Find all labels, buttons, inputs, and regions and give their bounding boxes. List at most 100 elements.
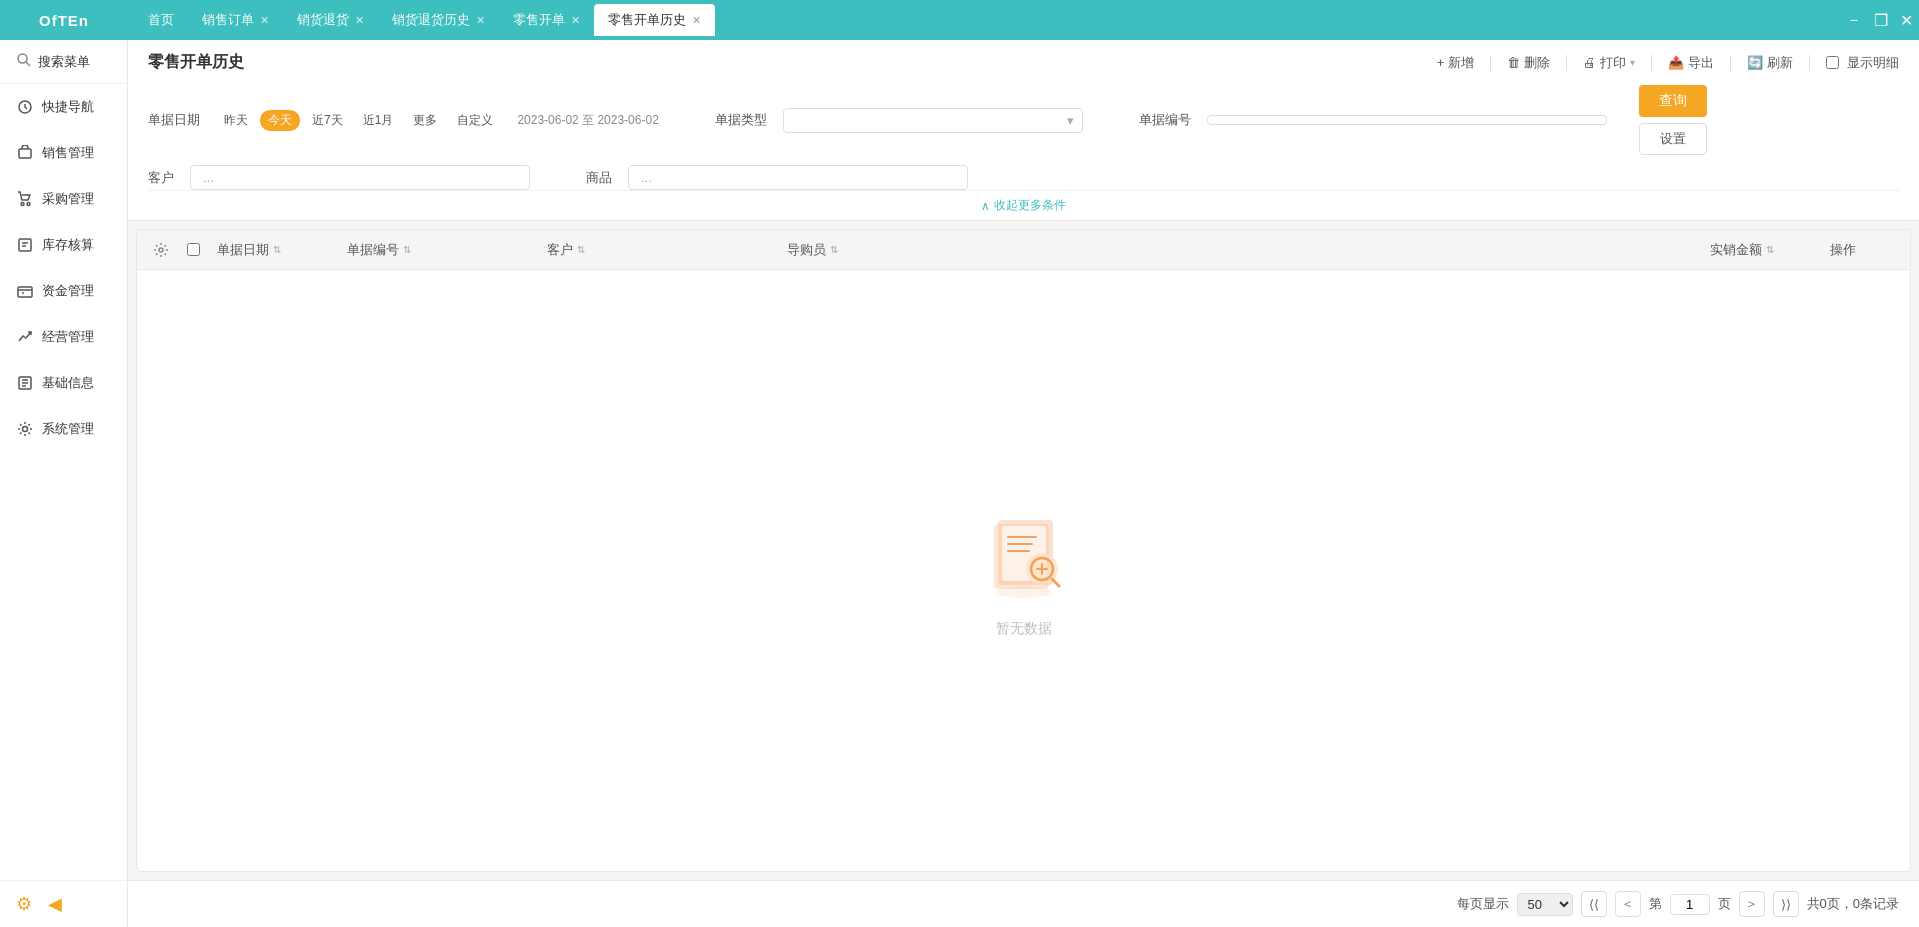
sidebar-item-sales-mgmt[interactable]: 销售管理 bbox=[0, 130, 127, 176]
per-page-select[interactable]: 50 100 200 bbox=[1517, 893, 1573, 916]
th-guide-label: 导购员 bbox=[787, 241, 826, 259]
tab-sales-return-label: 销货退货 bbox=[297, 11, 349, 29]
action-buttons: 查询 设置 bbox=[1639, 85, 1707, 155]
tab-retail-open-history-close[interactable]: ✕ bbox=[692, 14, 701, 27]
page-prev-btn[interactable]: ＜ bbox=[1615, 891, 1641, 917]
pagination-summary: 共0页，0条记录 bbox=[1807, 895, 1899, 913]
sidebar-gear-icon[interactable]: ⚙ bbox=[16, 893, 32, 915]
page-next-btn[interactable]: ＞ bbox=[1739, 891, 1765, 917]
tab-sales-return-history-close[interactable]: ✕ bbox=[476, 14, 485, 27]
th-customer-label: 客户 bbox=[547, 241, 573, 259]
display-cols-checkbox[interactable] bbox=[1826, 56, 1839, 69]
collapse-arrow-icon: ∧ bbox=[981, 199, 990, 213]
page-suffix-label: 页 bbox=[1718, 895, 1731, 913]
add-button[interactable]: + 新增 bbox=[1437, 54, 1474, 72]
page-first-btn[interactable]: ⟨⟨ bbox=[1581, 891, 1607, 917]
refresh-icon: 🔄 bbox=[1747, 55, 1763, 70]
query-button[interactable]: 查询 bbox=[1639, 85, 1707, 117]
date-btn-7days[interactable]: 近7天 bbox=[304, 110, 351, 131]
minimize-btn[interactable]: － bbox=[1846, 10, 1862, 31]
export-button[interactable]: 📤 导出 bbox=[1668, 54, 1714, 72]
toolbar: + 新增 🗑 删除 🖨 打印 ▾ 📤 导出 bbox=[1437, 54, 1899, 72]
th-date-label: 单据日期 bbox=[217, 241, 269, 259]
svg-rect-7 bbox=[18, 287, 32, 297]
date-btn-yesterday[interactable]: 昨天 bbox=[216, 110, 256, 131]
th-guide[interactable]: 导购员 ⇅ bbox=[779, 241, 899, 259]
tab-retail-open-history[interactable]: 零售开单历史 ✕ bbox=[594, 4, 715, 36]
refresh-button[interactable]: 🔄 刷新 bbox=[1747, 54, 1793, 72]
inventory-icon bbox=[16, 236, 34, 254]
sidebar-search[interactable]: 搜索菜单 bbox=[0, 40, 127, 84]
brand-area: OfTEn bbox=[0, 0, 128, 40]
date-filter-label: 单据日期 bbox=[148, 111, 200, 129]
sidebar-item-purchase-mgmt[interactable]: 采购管理 bbox=[0, 176, 127, 222]
sidebar-item-basic-info[interactable]: 基础信息 bbox=[0, 360, 127, 406]
customer-input[interactable]: ... bbox=[190, 165, 530, 190]
customer-label: 客户 bbox=[148, 169, 174, 187]
system-mgmt-icon bbox=[16, 420, 34, 438]
tab-home-label: 首页 bbox=[148, 11, 174, 29]
tab-retail-open-close[interactable]: ✕ bbox=[571, 14, 580, 27]
sidebar-item-finance[interactable]: 资金管理 bbox=[0, 268, 127, 314]
th-date[interactable]: 单据日期 ⇅ bbox=[209, 241, 339, 259]
svg-line-1 bbox=[26, 62, 30, 66]
filter-area: 单据日期 昨天 今天 近7天 近1月 更多 自定义 2023-06-02 至 2… bbox=[148, 85, 1899, 220]
restore-btn[interactable]: ❐ bbox=[1874, 11, 1888, 30]
select-all-checkbox[interactable] bbox=[187, 243, 200, 256]
tab-home[interactable]: 首页 bbox=[134, 4, 188, 36]
page-number-input[interactable]: 1 bbox=[1670, 894, 1710, 915]
th-num-sort-icon: ⇅ bbox=[403, 244, 411, 255]
svg-point-10 bbox=[159, 248, 163, 252]
sidebar-item-system-mgmt[interactable]: 系统管理 bbox=[0, 406, 127, 452]
date-btn-more[interactable]: 更多 bbox=[405, 110, 445, 131]
th-action-label: 操作 bbox=[1830, 241, 1856, 259]
tab-sales-order[interactable]: 销售订单 ✕ bbox=[188, 4, 283, 36]
close-btn[interactable]: ✕ bbox=[1900, 11, 1913, 30]
sidebar-bottom: ⚙ ◀ bbox=[0, 880, 127, 927]
doc-type-arrow-icon: ▾ bbox=[1067, 113, 1074, 128]
filter-row-1: 单据日期 昨天 今天 近7天 近1月 更多 自定义 2023-06-02 至 2… bbox=[148, 85, 1899, 155]
doc-num-input[interactable] bbox=[1207, 115, 1607, 125]
sidebar-item-inventory[interactable]: 库存核算 bbox=[0, 222, 127, 268]
display-cols-button[interactable]: 显示明细 bbox=[1826, 54, 1899, 72]
tab-retail-open[interactable]: 零售开单 ✕ bbox=[499, 4, 594, 36]
svg-point-9 bbox=[23, 427, 28, 432]
date-btn-1month[interactable]: 近1月 bbox=[355, 110, 402, 131]
date-btn-today[interactable]: 今天 bbox=[260, 110, 300, 131]
sidebar-collapse-icon[interactable]: ◀ bbox=[48, 893, 62, 915]
trash-icon: 🗑 bbox=[1507, 55, 1520, 70]
doc-type-select[interactable]: ▾ bbox=[783, 108, 1083, 133]
tab-sales-return[interactable]: 销货退货 ✕ bbox=[283, 4, 378, 36]
settings-button[interactable]: 设置 bbox=[1639, 123, 1707, 155]
delete-button[interactable]: 🗑 删除 bbox=[1507, 54, 1550, 72]
print-icon: 🖨 bbox=[1583, 55, 1596, 70]
sidebar-item-finance-label: 资金管理 bbox=[42, 282, 94, 300]
th-checkbox[interactable] bbox=[177, 243, 209, 256]
th-customer[interactable]: 客户 ⇅ bbox=[539, 241, 779, 259]
toolbar-divider3 bbox=[1651, 55, 1652, 71]
sidebar-item-operations[interactable]: 经营管理 bbox=[0, 314, 127, 360]
th-amount-sort-icon: ⇅ bbox=[1766, 244, 1774, 255]
toolbar-divider4 bbox=[1730, 55, 1731, 71]
page-title: 零售开单历史 bbox=[148, 52, 244, 73]
page-last-btn[interactable]: ⟩⟩ bbox=[1773, 891, 1799, 917]
tab-sales-order-close[interactable]: ✕ bbox=[260, 14, 269, 27]
date-btn-custom[interactable]: 自定义 bbox=[449, 110, 501, 131]
tab-sales-return-history[interactable]: 销货退货历史 ✕ bbox=[378, 4, 499, 36]
goods-input[interactable]: ... bbox=[628, 165, 968, 190]
brand-logo: OfTEn bbox=[39, 12, 89, 29]
collapse-bar[interactable]: ∧ 收起更多条件 bbox=[148, 190, 1899, 220]
th-amount[interactable]: 实销金额 ⇅ bbox=[1702, 241, 1822, 259]
sidebar-item-quick-nav[interactable]: 快捷导航 bbox=[0, 84, 127, 130]
tab-sales-return-history-label: 销货退货历史 bbox=[392, 11, 470, 29]
print-button[interactable]: 🖨 打印 ▾ bbox=[1583, 54, 1635, 72]
tab-sales-return-close[interactable]: ✕ bbox=[355, 14, 364, 27]
empty-state: 暂无数据 bbox=[137, 270, 1910, 871]
th-customer-sort-icon: ⇅ bbox=[577, 244, 585, 255]
empty-illustration bbox=[974, 504, 1074, 604]
goods-placeholder: ... bbox=[641, 170, 652, 185]
th-num[interactable]: 单据编号 ⇅ bbox=[339, 241, 539, 259]
th-settings[interactable] bbox=[145, 242, 177, 258]
goods-label: 商品 bbox=[586, 169, 612, 187]
delete-label: 删除 bbox=[1524, 54, 1550, 72]
